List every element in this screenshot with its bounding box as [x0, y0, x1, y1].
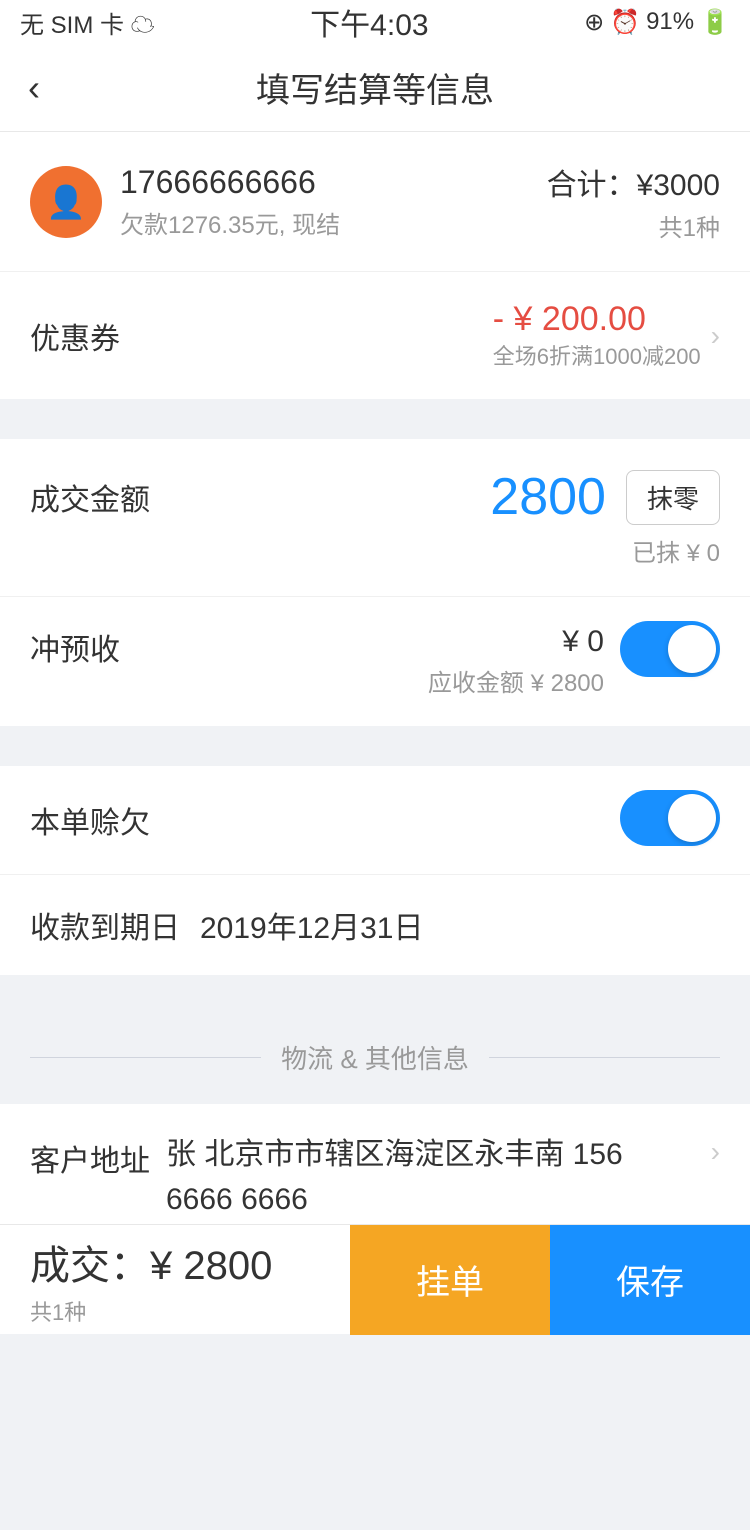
coupon-amount: - ¥ 200.00	[493, 300, 701, 339]
location-icon: ⊕	[584, 8, 604, 37]
prepay-value-block: ¥ 0 应收金额 ¥ 2800	[428, 625, 604, 698]
round-button[interactable]: 抹零	[626, 470, 720, 525]
status-left: 无 SIM 卡 ☁	[20, 5, 155, 40]
bottom-bar: 成交：¥ 2800 共1种 挂单 保存	[0, 1224, 750, 1334]
prepay-sub: 应收金额 ¥ 2800	[428, 663, 604, 698]
user-info-section: 👤 17666666666 欠款1276.35元, 现结 合计：¥3000 共1…	[0, 132, 750, 399]
deal-right: 2800 抹零	[490, 467, 720, 527]
prepay-right: ¥ 0 应收金额 ¥ 2800	[428, 625, 720, 698]
status-bar: 无 SIM 卡 ☁ 下午4:03 ⊕ ⏰ 91% 🔋	[0, 0, 750, 44]
user-total: 合计：¥3000	[547, 160, 720, 204]
bottom-deal: 成交：¥ 2800	[30, 1233, 320, 1291]
user-details: 17666666666 欠款1276.35元, 现结	[120, 164, 340, 240]
due-date-row: 收款到期日 2019年12月31日	[0, 874, 750, 975]
bottom-summary: 成交：¥ 2800 共1种	[0, 1233, 350, 1327]
status-right: ⊕ ⏰ 91% 🔋	[584, 8, 730, 37]
logistics-divider: 物流 & 其他信息	[0, 1015, 750, 1100]
clock-icon: ⏰	[610, 8, 640, 37]
coupon-row[interactable]: 优惠券 - ¥ 200.00 全场6折满1000减200 ›	[0, 271, 750, 399]
divider-label: 物流 & 其他信息	[281, 1039, 469, 1076]
save-button[interactable]: 保存	[550, 1225, 750, 1335]
section-gap-1	[0, 419, 750, 439]
divider-line-right	[489, 1057, 720, 1058]
prepay-label: 冲预收	[30, 625, 120, 669]
divider-line-left	[30, 1057, 261, 1058]
user-sub-text: 欠款1276.35元, 现结	[120, 205, 340, 240]
address-chevron-icon: ›	[711, 1132, 720, 1168]
status-time: 下午4:03	[310, 0, 428, 44]
back-button[interactable]: ‹	[28, 67, 40, 109]
deal-value: 2800	[490, 467, 606, 527]
coupon-label: 优惠券	[30, 314, 120, 358]
amount-section: 成交金额 2800 抹零 已抹 ¥ 0 冲预收 ¥ 0 应收金额 ¥ 2800	[0, 439, 750, 726]
prepay-value: ¥ 0	[428, 625, 604, 659]
page-title: 填写结算等信息	[256, 63, 494, 112]
sim-text: 无 SIM 卡 ☁	[20, 5, 155, 40]
coupon-right: - ¥ 200.00 全场6折满1000减200 ›	[493, 300, 720, 371]
bottom-deal-amount: ¥ 2800	[150, 1244, 272, 1288]
toggle-knob	[668, 625, 716, 673]
due-date-value: 2019年12月31日	[200, 903, 423, 947]
debt-section: 本单赊欠 收款到期日 2019年12月31日	[0, 766, 750, 975]
deal-sub: 已抹 ¥ 0	[30, 533, 720, 568]
prepay-row: 冲预收 ¥ 0 应收金额 ¥ 2800	[0, 596, 750, 726]
nav-bar: ‹ 填写结算等信息	[0, 44, 750, 132]
prepay-toggle[interactable]	[620, 621, 720, 677]
coupon-chevron-icon: ›	[711, 320, 720, 352]
deal-label: 成交金额	[30, 475, 150, 519]
bottom-deal-label: 成交：	[30, 1244, 150, 1288]
bottom-count: 共1种	[30, 1295, 320, 1327]
avatar: 👤	[30, 166, 102, 238]
user-right: 合计：¥3000 共1种	[547, 160, 720, 243]
debt-toggle[interactable]	[620, 790, 720, 846]
section-gap-3	[0, 995, 750, 1015]
avatar-icon: 👤	[46, 183, 86, 221]
battery-icon: 🔋	[700, 8, 730, 37]
debt-toggle-knob	[668, 794, 716, 842]
bottom-actions: 挂单 保存	[350, 1225, 750, 1335]
user-left: 👤 17666666666 欠款1276.35元, 现结	[30, 164, 340, 240]
user-phone: 17666666666	[120, 164, 340, 201]
address-value: 张 北京市市辖区海淀区永丰南 156 6666 6666	[166, 1132, 695, 1222]
deal-amount-row: 成交金额 2800 抹零 已抹 ¥ 0	[0, 439, 750, 596]
user-count: 共1种	[547, 208, 720, 243]
battery-text: 91%	[646, 8, 694, 36]
pending-button[interactable]: 挂单	[350, 1225, 550, 1335]
address-label: 客户地址	[30, 1132, 150, 1180]
coupon-detail: 全场6折满1000减200	[493, 339, 701, 371]
user-info-row: 👤 17666666666 欠款1276.35元, 现结 合计：¥3000 共1…	[0, 132, 750, 271]
debt-label: 本单赊欠	[30, 798, 150, 842]
deal-row: 成交金额 2800 抹零	[30, 467, 720, 527]
due-date-label: 收款到期日	[30, 903, 180, 947]
section-gap-2	[0, 746, 750, 766]
debt-row: 本单赊欠	[0, 766, 750, 874]
